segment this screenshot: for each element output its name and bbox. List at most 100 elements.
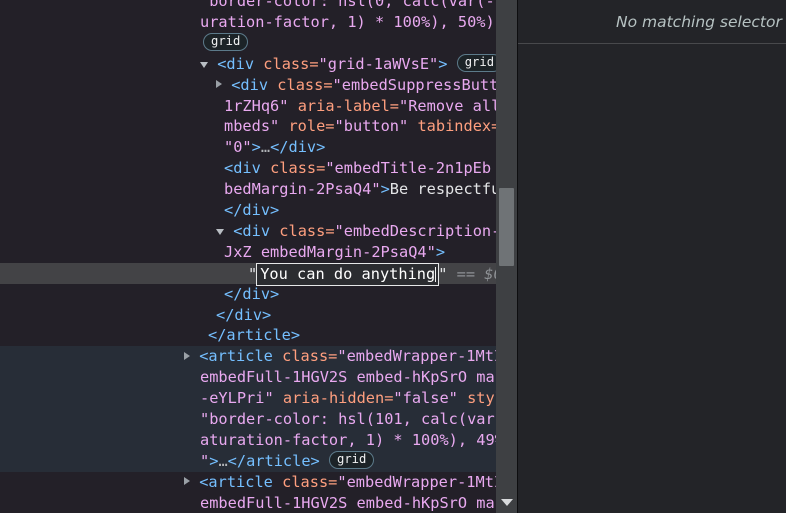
dom-tree-line[interactable]: ">…</article> grid [200,451,375,472]
twisty-expanded-icon[interactable] [200,62,208,69]
code-token-attr: class= [270,159,326,178]
code-token-tag: </div> [216,305,272,324]
code-token-val: uration-factor, 1) * 100%), 50%); [200,12,496,31]
dom-tree-line[interactable]: <article class="embedWrapper-1MtIDg [184,472,496,493]
dom-tree-line[interactable]: embedFull-1HGV2S embed-hKpSrO markup [200,493,496,513]
code-token-val: "embedDescription-1Dr [334,221,496,240]
dom-tree-line[interactable]: </div> [224,200,279,221]
dom-tree-line[interactable]: <div class="embedDescription-1Dr [216,221,496,242]
grid-badge[interactable]: grid [203,33,249,52]
code-token-val: -eYLPri" [200,389,283,408]
code-token-val: "button" [334,117,409,136]
twisty-expanded-icon[interactable] [216,229,224,236]
editor-value: You can do anything [260,264,436,283]
code-token-tag: </div> [224,284,280,303]
scroll-down-arrow-icon[interactable] [496,492,517,513]
dom-tree-line[interactable]: mbeds" role="button" tabindex= [224,116,496,137]
dom-tree-line[interactable]: JxZ embedMargin-2PsaQ4"> [224,242,445,263]
twisty-collapsed-icon[interactable] [216,80,222,89]
dom-tree-line[interactable]: "border-color: hsl(101, calc(var(--s [200,409,496,430]
dom-tree-line[interactable]: "border-color: hsl(0, calc(var(--sat [200,0,496,12]
code-token-attr: class= [282,472,338,491]
dom-tree-line[interactable]: aturation-factor, 1) * 100%), 49%); [200,430,496,451]
dom-tree-line[interactable]: -eYLPri" aria-hidden="false" style= [200,388,496,409]
code-token-attr: class= [277,75,333,94]
styles-empty-message: No matching selector or style [616,12,786,31]
text-caret [435,266,437,282]
code-token-attr: aria-label= [297,96,399,115]
styles-panel: No matching selector or style [517,0,786,513]
dom-tree-scrollbar[interactable] [496,0,517,513]
code-token-attr: role= [288,117,335,136]
code-token-tag: </article> [208,326,301,345]
inline-text-editor[interactable]: You can do anything [256,262,440,286]
code-token-dim: == $0 [456,264,496,283]
code-token-tag: <article [199,472,283,491]
grid-badge[interactable]: grid [456,54,496,73]
code-token-sp [447,265,456,283]
grid-badge[interactable]: grid [328,451,375,470]
styles-rules-list [518,44,786,512]
dom-tree-line[interactable]: uration-factor, 1) * 100%), 50%);> [200,12,496,33]
dom-tree-line[interactable]: bedMargin-2PsaQ4">Be respectful [224,179,496,200]
code-token-sp [458,389,467,407]
code-token-val: "embedWrapper-1MtIDg [337,472,496,491]
code-token-val: "border-color: hsl(101, calc(var(--s [200,410,496,428]
dom-tree-line[interactable]: <div class="grid-1aWVsE"> grid [200,54,496,75]
code-token-tag: <div [233,221,280,240]
scrollbar-thumb[interactable] [499,188,514,266]
code-token-sp [448,55,457,73]
dom-tree-line[interactable]: "You can do anything" == $0 [248,262,496,286]
code-token-tag: > [438,54,448,73]
code-token-tag: <div [231,75,278,94]
code-token-val: bedMargin-2PsaQ4" [224,180,381,199]
dom-tree-line[interactable]: <div class="embedSuppressButton- [216,75,496,96]
code-token-tag: > [251,138,261,157]
code-token-tag: <article [199,347,283,366]
code-token-tag: </div> [270,138,326,157]
code-token-val: "Remove all e [399,96,496,115]
code-token-val: "0" [224,138,252,157]
dom-tree-line[interactable]: 1rZHq6" aria-label="Remove all e [224,96,496,117]
code-token-val: "grid-1aWVsE" [318,54,439,73]
code-token-sp [320,452,329,470]
code-token-attr: class= [263,54,319,73]
code-token-tag: > [435,242,446,261]
code-token-text: Be respectful [389,180,496,199]
dom-tree-line[interactable]: </article> [208,325,300,346]
code-token-val: 1rZHq6" [224,96,298,115]
code-token-val: " [200,451,210,470]
code-token-val: embedFull-1HGV2S embed-hKpSrO markup [200,368,496,387]
code-token-tag: </article> [227,451,320,470]
code-token-attr: style= [467,389,496,408]
dom-tree-line[interactable]: grid [203,33,249,54]
code-token-ellipsis: … [218,451,228,470]
twisty-collapsed-icon[interactable] [184,351,190,360]
code-token-val: mbeds" [224,117,289,136]
devtools-inspector: "border-color: hsl(0, calc(var(--sat urat… [0,0,786,513]
code-token-val: aturation-factor, 1) * 100%), 49%); [200,430,496,449]
code-token-tag: <div [217,54,264,73]
code-token-val: "embedWrapper-1MtIDg [337,347,496,366]
dom-tree-line[interactable]: embedFull-1HGV2S embed-hKpSrO markup [200,367,496,388]
code-token-val: "border-color: hsl(0, calc(var(--sat [200,0,496,10]
code-token-val: JxZ embedMargin-2PsaQ4" [224,242,436,261]
code-token-attr: class= [279,221,335,240]
dom-tree-line[interactable]: <article class="embedWrapper-1MtIDg [184,346,496,367]
twisty-collapsed-icon[interactable] [184,477,190,486]
code-token-ellipsis: … [260,138,271,157]
dom-tree-line[interactable]: "0">…</div> [224,137,325,158]
dom-tree-line[interactable]: </div> [216,305,271,326]
code-token-attr: aria-hidden= [282,389,394,408]
code-token-attr: tabindex= [417,117,496,136]
dom-tree-line[interactable]: <div class="embedTitle-2n1pEb em [224,158,496,179]
code-token-attr: class= [282,347,338,366]
code-token-tag: </div> [224,201,280,219]
dom-tree-panel[interactable]: "border-color: hsl(0, calc(var(--sat urat… [0,0,496,513]
chevron-down-icon [500,499,513,506]
code-token-val: embedFull-1HGV2S embed-hKpSrO markup [200,493,496,512]
code-token-tag: > [380,180,390,199]
code-token-val: "embedTitle-2n1pEb em [325,159,492,178]
code-token-val: "false" [393,389,458,408]
dom-tree-line[interactable]: </div> [224,284,279,305]
